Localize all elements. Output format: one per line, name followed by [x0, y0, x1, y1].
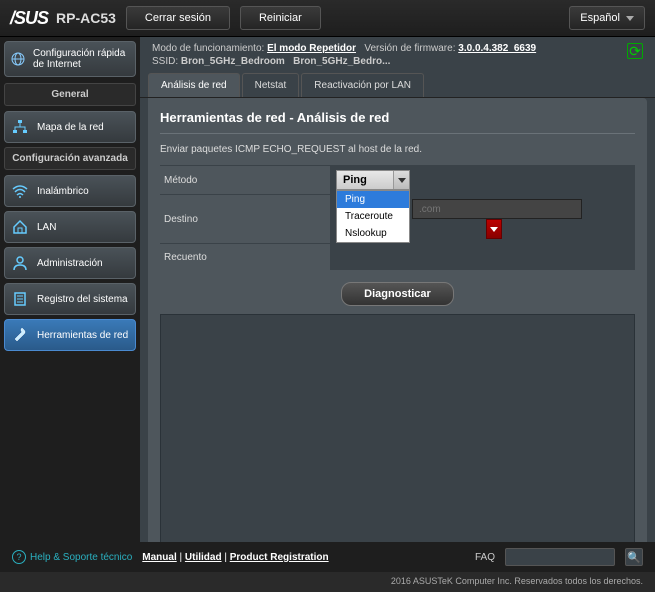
chevron-down-icon — [626, 16, 634, 21]
manual-link[interactable]: Manual — [142, 552, 176, 563]
tab-wol[interactable]: Reactivación por LAN — [301, 73, 424, 97]
utility-link[interactable]: Utilidad — [185, 552, 222, 563]
search-icon[interactable]: 🔍 — [625, 548, 643, 566]
ssid1: Bron_5GHz_Bedroom — [181, 56, 285, 67]
faq-label: FAQ — [475, 552, 495, 563]
wrench-icon — [11, 327, 29, 343]
productreg-link[interactable]: Product Registration — [230, 552, 329, 563]
app-header: /SUS RP-AC53 Cerrar sesión Reiniciar Esp… — [0, 0, 655, 37]
tab-bar: Análisis de red Netstat Reactivación por… — [140, 73, 655, 98]
wifi-icon — [11, 183, 29, 199]
diagnose-button[interactable]: Diagnosticar — [341, 282, 454, 306]
sidebar: Configuración rápida de Internet General… — [0, 37, 140, 577]
method-label: Método — [160, 169, 330, 192]
sidebar-item-lan[interactable]: LAN — [4, 211, 136, 243]
sidebar-item-syslog[interactable]: Registro del sistema — [4, 283, 136, 315]
option-traceroute[interactable]: Traceroute — [337, 208, 409, 225]
refresh-icon[interactable]: ⟳ — [627, 43, 643, 59]
logout-button[interactable]: Cerrar sesión — [126, 6, 230, 30]
fw-label: Versión de firmware: — [364, 43, 455, 54]
info-bar: Modo de funcionamiento: El modo Repetido… — [140, 37, 655, 73]
panel-desc: Enviar paquetes ICMP ECHO_REQUEST al hos… — [160, 144, 635, 155]
reboot-button[interactable]: Reiniciar — [240, 6, 321, 30]
lan-label: LAN — [37, 222, 56, 233]
sidebar-item-wireless[interactable]: Inalámbrico — [4, 175, 136, 207]
house-icon — [11, 219, 29, 235]
help-link[interactable]: ? Help & Soporte técnico — [12, 550, 132, 564]
quick-setup-label: Configuración rápida de Internet — [33, 48, 131, 70]
language-label: Español — [580, 12, 620, 24]
help-label: Help & Soporte técnico — [30, 552, 132, 563]
brand-logo: /SUS — [10, 8, 48, 29]
count-label: Recuento — [160, 246, 330, 269]
sidebar-item-map[interactable]: Mapa de la red — [4, 111, 136, 143]
quick-setup-button[interactable]: Configuración rápida de Internet — [4, 41, 136, 77]
panel-title: Herramientas de red - Análisis de red — [160, 110, 635, 134]
globe-icon — [9, 51, 27, 67]
section-advanced: Configuración avanzada — [4, 147, 136, 170]
mode-label: Modo de funcionamiento: — [152, 43, 264, 54]
method-value: Ping — [337, 174, 393, 186]
fw-link[interactable]: 3.0.0.4.382_6639 — [458, 43, 536, 54]
network-icon — [11, 119, 29, 135]
user-icon — [11, 255, 29, 271]
help-icon: ? — [12, 550, 26, 564]
copyright: 2016 ASUSTeK Computer Inc. Reservados to… — [0, 572, 655, 592]
footer: ? Help & Soporte técnico Manual | Utilid… — [0, 542, 655, 592]
dest-dropdown-button[interactable] — [486, 219, 502, 239]
admin-label: Administración — [37, 258, 103, 269]
chevron-down-icon — [393, 171, 409, 189]
mode-link[interactable]: El modo Repetidor — [267, 43, 356, 54]
sidebar-item-admin[interactable]: Administración — [4, 247, 136, 279]
dest-input[interactable] — [412, 199, 582, 219]
method-dropdown: Ping Traceroute Nslookup — [336, 190, 410, 243]
nettools-label: Herramientas de red — [37, 330, 128, 341]
tab-analysis[interactable]: Análisis de red — [148, 73, 240, 97]
search-input[interactable] — [505, 548, 615, 566]
sidebar-item-nettools[interactable]: Herramientas de red — [4, 319, 136, 351]
footer-links: Manual | Utilidad | Product Registration — [142, 552, 328, 563]
output-area — [160, 314, 635, 560]
ssid2: Bron_5GHz_Bedro... — [293, 56, 390, 67]
syslog-label: Registro del sistema — [37, 294, 128, 305]
wireless-label: Inalámbrico — [37, 186, 89, 197]
section-general: General — [4, 83, 136, 106]
content-area: Modo de funcionamiento: El modo Repetido… — [140, 37, 655, 577]
tab-netstat[interactable]: Netstat — [242, 73, 300, 97]
dest-label: Destino — [160, 208, 330, 231]
model-name: RP-AC53 — [56, 10, 116, 26]
method-select[interactable]: Ping — [336, 170, 410, 190]
main-panel: Herramientas de red - Análisis de red En… — [148, 98, 647, 572]
language-selector[interactable]: Español — [569, 6, 645, 30]
ssid-label: SSID: — [152, 56, 178, 67]
map-label: Mapa de la red — [37, 122, 104, 133]
option-ping[interactable]: Ping — [337, 191, 409, 208]
document-icon — [11, 291, 29, 307]
option-nslookup[interactable]: Nslookup — [337, 225, 409, 242]
